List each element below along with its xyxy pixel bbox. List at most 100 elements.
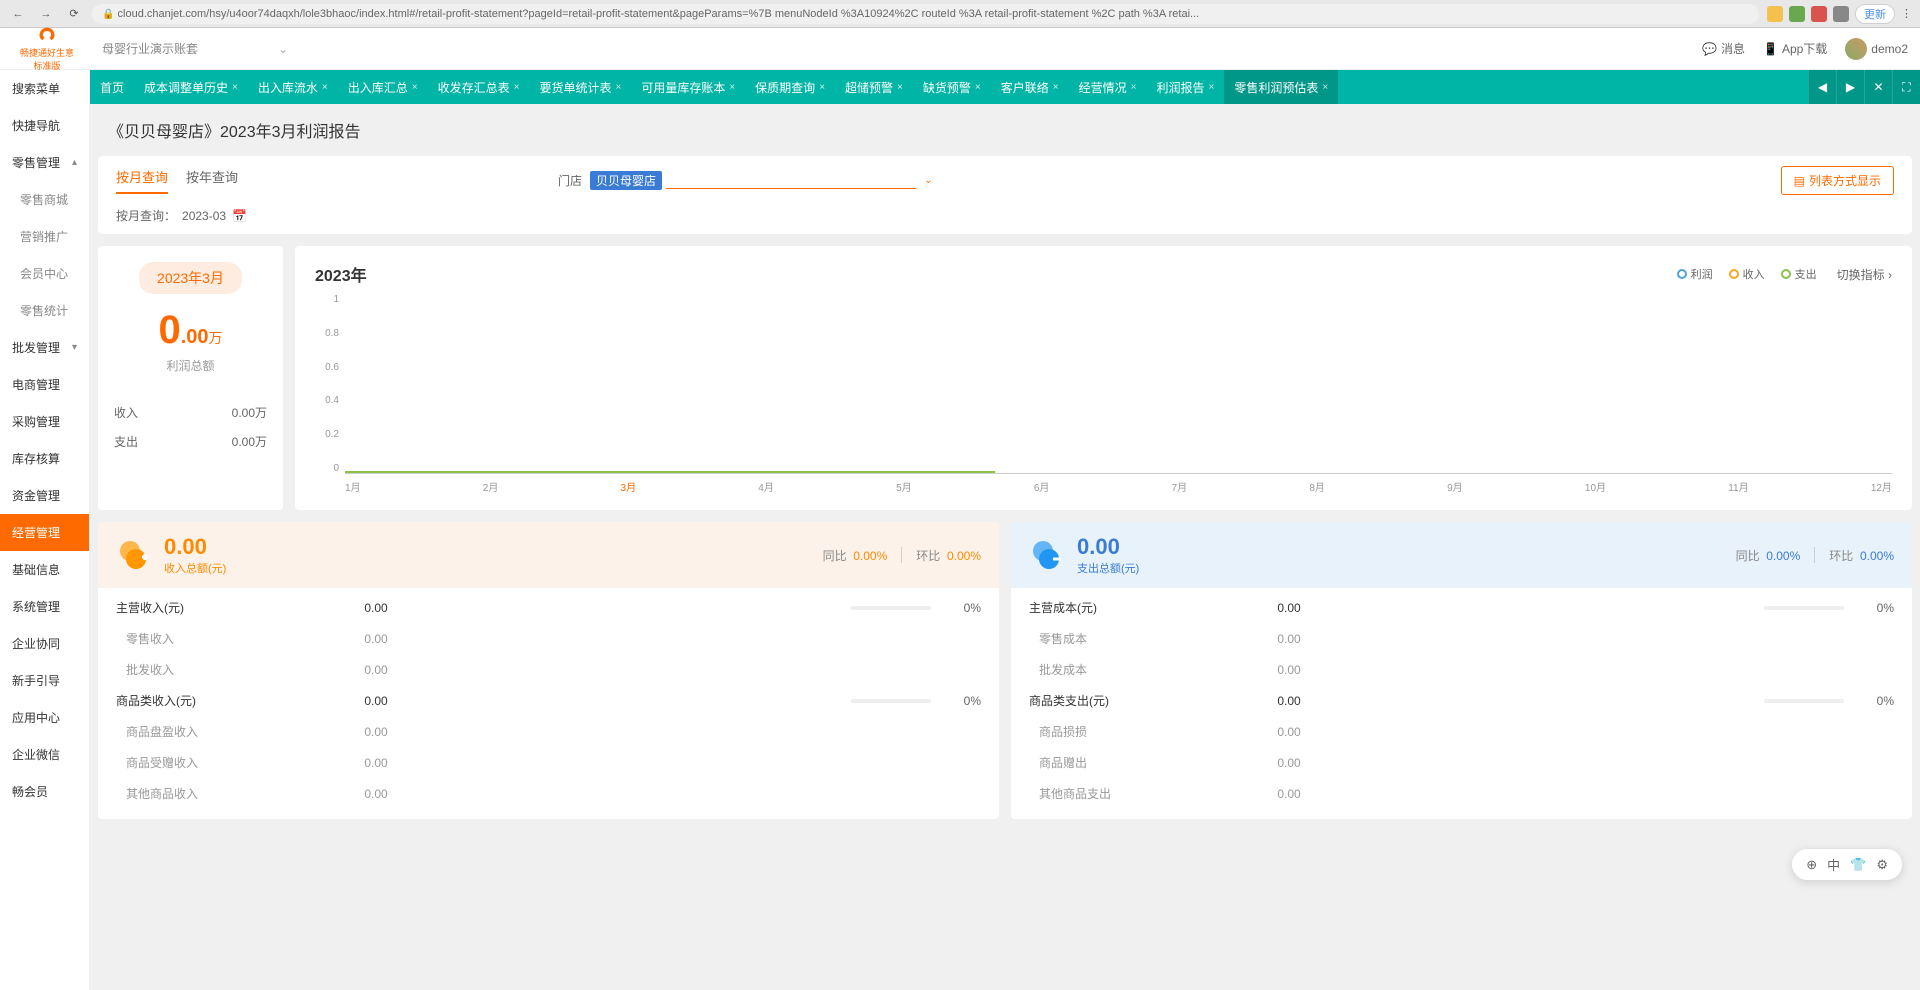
tab[interactable]: 可用量库存账本× [631,70,745,104]
tab-label: 零售利润预估表 [1234,79,1318,96]
chart-card: 2023年 利润 收入 支出 切换指标 › 10.80.60.40.20 [295,246,1912,510]
back-button[interactable]: ← [8,8,28,20]
expense-sub: 支出总额(元) [1077,560,1139,576]
sidebar-item[interactable]: 经营管理 [0,514,89,551]
tab[interactable]: 要货单统计表× [529,70,631,104]
tab-label: 经营情况 [1079,79,1127,96]
tab[interactable]: 保质期查询× [745,70,835,104]
close-icon[interactable]: × [975,82,981,93]
sidebar-item[interactable]: 批发管理▾ [0,329,89,366]
expense-amount: 0.00 [1077,534,1139,560]
sidebar-item[interactable]: 电商管理 [0,366,89,403]
extension-icon[interactable] [1811,6,1827,22]
tabs-prev-button[interactable]: ◀ [1808,70,1836,104]
user-menu[interactable]: demo2 [1845,38,1908,60]
account-selector[interactable]: 母婴行业演示账套 ⌄ [102,40,288,57]
sidebar-item[interactable]: 库存核算 [0,440,89,477]
row-name: 主营收入(元) [116,599,316,616]
x-tick: 7月 [1172,479,1188,494]
menu-icon[interactable]: ⋮ [1901,7,1912,20]
sidebar-item[interactable]: 零售统计 [0,292,89,329]
row-percent: 0% [1864,601,1894,615]
row-name: 商品赠出 [1029,754,1229,771]
update-button[interactable]: 更新 [1855,4,1895,24]
sidebar-item-label: 零售管理 [12,154,60,171]
close-icon[interactable]: × [232,82,238,93]
detail-row: 主营成本(元)0.000% [1029,592,1894,623]
app-download-button[interactable]: 📱 App下载 [1763,40,1827,57]
fullscreen-button[interactable]: ⛶ [1892,70,1920,104]
tab[interactable]: 出入库流水× [248,70,338,104]
x-tick: 11月 [1728,479,1748,494]
tab[interactable]: 收发存汇总表× [428,70,530,104]
sidebar-item[interactable]: 快捷导航 [0,107,89,144]
sidebar-item[interactable]: 基础信息 [0,551,89,588]
month-query-label: 按月查询： [116,207,176,224]
tab[interactable]: 经营情况 × [1069,70,1147,104]
close-icon[interactable]: × [897,82,903,93]
close-icon[interactable]: × [322,82,328,93]
close-icon[interactable]: × [412,82,418,93]
tab-month-query[interactable]: 按月查询 [116,167,168,194]
chevron-icon: ▾ [72,342,77,353]
row-name: 商品类支出(元) [1029,692,1229,709]
sidebar-item[interactable]: 会员中心 [0,255,89,292]
switch-metric-button[interactable]: 切换指标 › [1837,266,1892,283]
ime-widget[interactable]: ⊕ 中 👕 ⚙ [1792,849,1902,880]
detail-row: 商品类收入(元)0.000% [116,685,981,716]
tab[interactable]: 超储预警× [835,70,913,104]
sidebar-item[interactable]: 畅会员 [0,773,89,810]
row-value: 0.00 [316,601,436,615]
close-icon[interactable]: × [615,82,621,93]
tab[interactable]: 缺货预警× [913,70,991,104]
globe-icon: ⊕ [1806,857,1817,873]
x-tick: 1月 [345,479,361,494]
detail-row: 其他商品支出0.00 [1029,778,1894,809]
store-selector[interactable]: 门店 贝贝母婴店 ⌄ [558,171,932,190]
legend-dot-icon [1729,269,1739,279]
sidebar-item[interactable]: 资金管理 [0,477,89,514]
row-value: 0.00 [1229,787,1349,801]
tab[interactable]: 成本调整单历史× [134,70,248,104]
close-icon[interactable]: × [819,82,825,93]
sidebar-item[interactable]: 零售管理▴ [0,144,89,181]
tab-close-button[interactable]: ✕ [1864,70,1892,104]
close-icon[interactable]: × [1208,82,1214,93]
close-icon[interactable]: × [1322,82,1328,93]
tab[interactable]: 零售利润预估表 × [1224,70,1338,104]
close-icon[interactable]: × [514,82,520,93]
close-icon[interactable]: × [1053,82,1059,93]
sidebar-item[interactable]: 系统管理 [0,588,89,625]
x-tick: 6月 [1034,479,1050,494]
logo[interactable]: 畅捷通好生意 标准版 [12,26,82,72]
calendar-icon[interactable]: 📅 [232,209,247,223]
sidebar-item[interactable]: 企业协同 [0,625,89,662]
row-percent: 0% [951,601,981,615]
close-icon[interactable]: × [1131,82,1137,93]
tab[interactable]: 客户联络 × [991,70,1069,104]
sidebar-item[interactable]: 营销推广 [0,218,89,255]
sidebar-item[interactable]: 应用中心 [0,699,89,736]
tab-label: 客户联络 [1001,79,1049,96]
messages-button[interactable]: 💬 消息 [1702,40,1745,57]
sidebar-item[interactable]: 零售商城 [0,181,89,218]
tabs-next-button[interactable]: ▶ [1836,70,1864,104]
extension-icon[interactable] [1789,6,1805,22]
extension-icon[interactable] [1767,6,1783,22]
list-view-button[interactable]: ▤ 列表方式显示 [1781,166,1894,195]
address-bar[interactable]: 🔒 cloud.chanjet.com/hsy/u4oor74daqxh/lol… [92,4,1759,24]
reload-button[interactable]: ⟳ [64,7,84,20]
sidebar-item[interactable]: 搜索菜单 [0,70,89,107]
close-icon[interactable]: × [729,82,735,93]
sidebar-item[interactable]: 采购管理 [0,403,89,440]
extension-icon[interactable] [1833,6,1849,22]
row-value: 0.00 [1229,663,1349,677]
tabs-bar: 首页成本调整单历史×出入库流水×出入库汇总×收发存汇总表×要货单统计表×可用量库… [90,70,1920,104]
forward-button[interactable]: → [36,8,56,20]
tab[interactable]: 首页 [90,70,134,104]
sidebar-item[interactable]: 新手引导 [0,662,89,699]
tab[interactable]: 出入库汇总× [338,70,428,104]
tab-year-query[interactable]: 按年查询 [186,167,238,194]
sidebar-item[interactable]: 企业微信 [0,736,89,773]
tab[interactable]: 利润报告× [1146,70,1224,104]
